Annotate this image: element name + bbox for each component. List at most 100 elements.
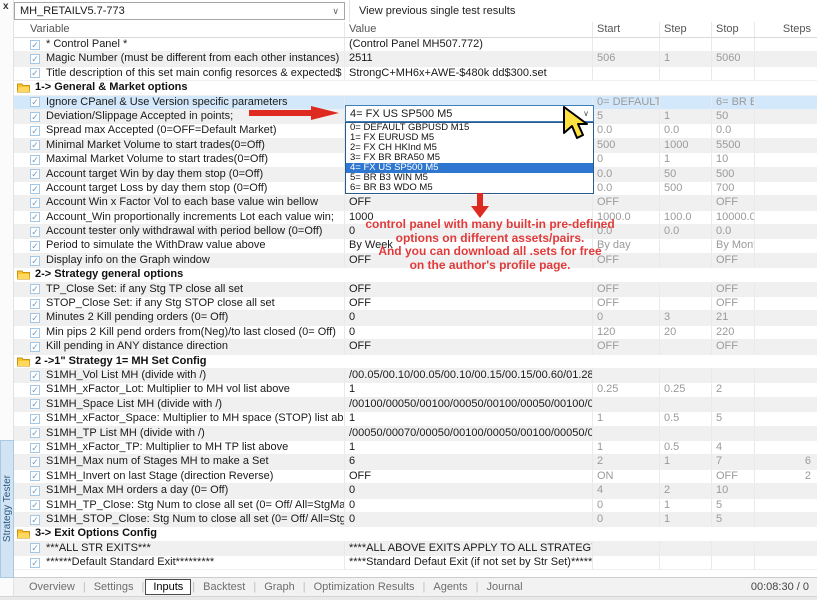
step-cell[interactable]: 100.0 [660, 210, 712, 225]
start-cell[interactable] [593, 556, 660, 570]
row-checkbox[interactable]: ✓ [30, 399, 40, 410]
stop-cell[interactable]: 6= BR B... [712, 95, 755, 109]
row-checkbox[interactable]: ✓ [30, 543, 40, 554]
stop-cell[interactable] [712, 397, 755, 412]
start-cell[interactable]: 0 [593, 498, 660, 512]
start-cell[interactable]: 0 [593, 512, 660, 527]
start-cell[interactable]: 1 [593, 440, 660, 455]
start-cell[interactable] [593, 426, 660, 440]
start-cell[interactable] [593, 66, 660, 81]
start-cell[interactable] [593, 397, 660, 412]
value-cell[interactable]: OFF [345, 340, 593, 354]
value-cell[interactable]: OFF [345, 282, 593, 297]
value-cell[interactable]: OFF [345, 297, 593, 311]
value-cell[interactable]: 0 [345, 512, 593, 527]
stop-cell[interactable]: 21 [712, 311, 755, 325]
row-checkbox[interactable]: ✓ [30, 428, 40, 439]
table-row[interactable]: ✓ S1MH_TP_Close: Stg Num to close all set… [14, 498, 817, 513]
stop-cell[interactable]: 4 [712, 440, 755, 455]
stop-cell[interactable] [712, 368, 755, 383]
stop-cell[interactable]: OFF [712, 196, 755, 210]
step-cell[interactable]: 0.25 [660, 383, 712, 397]
start-cell[interactable]: 120 [593, 325, 660, 340]
stop-cell[interactable]: 10 [712, 484, 755, 498]
table-row[interactable]: ✓ S1MH_xFactor_TP: Multiplier to MH TP li… [14, 440, 817, 456]
row-checkbox[interactable]: ✓ [30, 197, 40, 208]
expert-selector-combobox[interactable]: MH_RETAILV5.7-773 ∨ [14, 2, 345, 20]
row-checkbox[interactable]: ✓ [30, 169, 40, 180]
stop-cell[interactable]: 0.0 [712, 124, 755, 138]
tab-settings[interactable]: Settings [87, 580, 141, 594]
table-row[interactable]: ✓ S1MH_Max MH orders a day (0= Off) 0 4 2 10 [14, 484, 817, 499]
tab-graph[interactable]: Graph [257, 580, 302, 594]
step-cell[interactable]: 1 [660, 109, 712, 124]
step-cell[interactable] [660, 66, 712, 81]
step-cell[interactable]: 20 [660, 325, 712, 340]
row-checkbox[interactable]: ✓ [30, 126, 40, 137]
value-cell[interactable]: (Control Panel MH507.772) [345, 38, 593, 52]
step-cell[interactable]: 50 [660, 167, 712, 181]
stop-cell[interactable] [712, 556, 755, 570]
value-combobox-editor[interactable]: 4= FX US SP500 M5 ∨ [345, 105, 594, 122]
table-row[interactable]: ✓ S1MH_Vol List MH (divide with /) /00.05/… [14, 368, 817, 384]
tab-inputs[interactable]: Inputs [145, 579, 192, 595]
step-cell[interactable] [660, 95, 712, 109]
stop-cell[interactable]: 220 [712, 325, 755, 340]
start-cell[interactable]: 4 [593, 484, 660, 498]
value-cell[interactable]: 6 [345, 455, 593, 469]
step-cell[interactable] [660, 397, 712, 412]
value-cell[interactable]: /00.05/00.10/00.05/00.10/00.15/00.15/00.… [345, 368, 593, 383]
table-row[interactable]: ✓ S1MH_Max num of Stages MH to make a Set… [14, 455, 817, 470]
tab-backtest[interactable]: Backtest [196, 580, 252, 594]
row-checkbox[interactable]: ✓ [30, 54, 40, 65]
start-cell[interactable]: 0 [593, 311, 660, 325]
column-header-stop[interactable]: Stop [712, 22, 755, 37]
stop-cell[interactable]: 500 [712, 167, 755, 181]
group-row[interactable]: 2 ->1" Strategy 1= MH Set Config [14, 354, 817, 369]
value-cell[interactable]: 2511 [345, 52, 593, 66]
start-cell[interactable] [593, 38, 660, 52]
row-checkbox[interactable]: ✓ [30, 313, 40, 324]
column-header-start[interactable]: Start [593, 22, 660, 37]
step-cell[interactable]: 1 [660, 455, 712, 469]
row-checkbox[interactable]: ✓ [30, 140, 40, 151]
stop-cell[interactable]: OFF [712, 469, 755, 484]
tab-optimization-results[interactable]: Optimization Results [307, 580, 422, 594]
step-cell[interactable]: 0.0 [660, 225, 712, 239]
table-row[interactable]: ✓ S1MH_Invert on last Stage (direction Re… [14, 469, 817, 485]
start-cell[interactable]: OFF [593, 340, 660, 354]
table-row[interactable]: ✓ Kill pending in ANY distance direction O… [14, 340, 817, 355]
stop-cell[interactable] [712, 426, 755, 440]
step-cell[interactable]: 1 [660, 52, 712, 66]
start-cell[interactable]: 0.0 [593, 124, 660, 138]
stop-cell[interactable]: 0.0 [712, 225, 755, 239]
tab-journal[interactable]: Journal [479, 580, 529, 594]
row-checkbox[interactable]: ✓ [30, 485, 40, 496]
value-cell[interactable]: OFF [345, 196, 593, 210]
value-cell[interactable]: 0 [345, 325, 593, 340]
row-checkbox[interactable]: ✓ [30, 241, 40, 252]
row-checkbox[interactable]: ✓ [30, 183, 40, 194]
row-checkbox[interactable]: ✓ [30, 154, 40, 165]
start-cell[interactable]: 0.25 [593, 383, 660, 397]
dropdown-option[interactable]: 4= FX US SP500 M5 [346, 163, 593, 173]
stop-cell[interactable]: OFF [712, 340, 755, 354]
row-checkbox[interactable]: ✓ [30, 514, 40, 525]
row-checkbox[interactable]: ✓ [30, 97, 40, 108]
dropdown-option[interactable]: 6= BR B3 WDO M5 [346, 183, 593, 193]
row-checkbox[interactable]: ✓ [30, 457, 40, 468]
value-cell[interactable]: StrongC+MH6x+AWE-$480k dd$300.set [345, 66, 593, 81]
table-row[interactable]: ✓ Magic Number (must be different from ea… [14, 52, 817, 67]
value-cell[interactable]: /00100/00050/00100/00050/00100/00050/001… [345, 397, 593, 412]
row-checkbox[interactable]: ✓ [30, 370, 40, 381]
step-cell[interactable] [660, 253, 712, 268]
value-cell[interactable]: ****Standard Defaut Exit (if not set by … [345, 556, 593, 570]
stop-cell[interactable]: OFF [712, 253, 755, 268]
start-cell[interactable]: 500 [593, 138, 660, 153]
row-checkbox[interactable]: ✓ [30, 500, 40, 511]
row-checkbox[interactable]: ✓ [30, 471, 40, 482]
dropdown-option[interactable]: 3= FX BR BRA50 M5 [346, 153, 593, 163]
dropdown-option[interactable]: 0= DEFAULT GBPUSD M15 [346, 123, 593, 133]
stop-cell[interactable]: 2 [712, 383, 755, 397]
step-cell[interactable] [660, 38, 712, 52]
